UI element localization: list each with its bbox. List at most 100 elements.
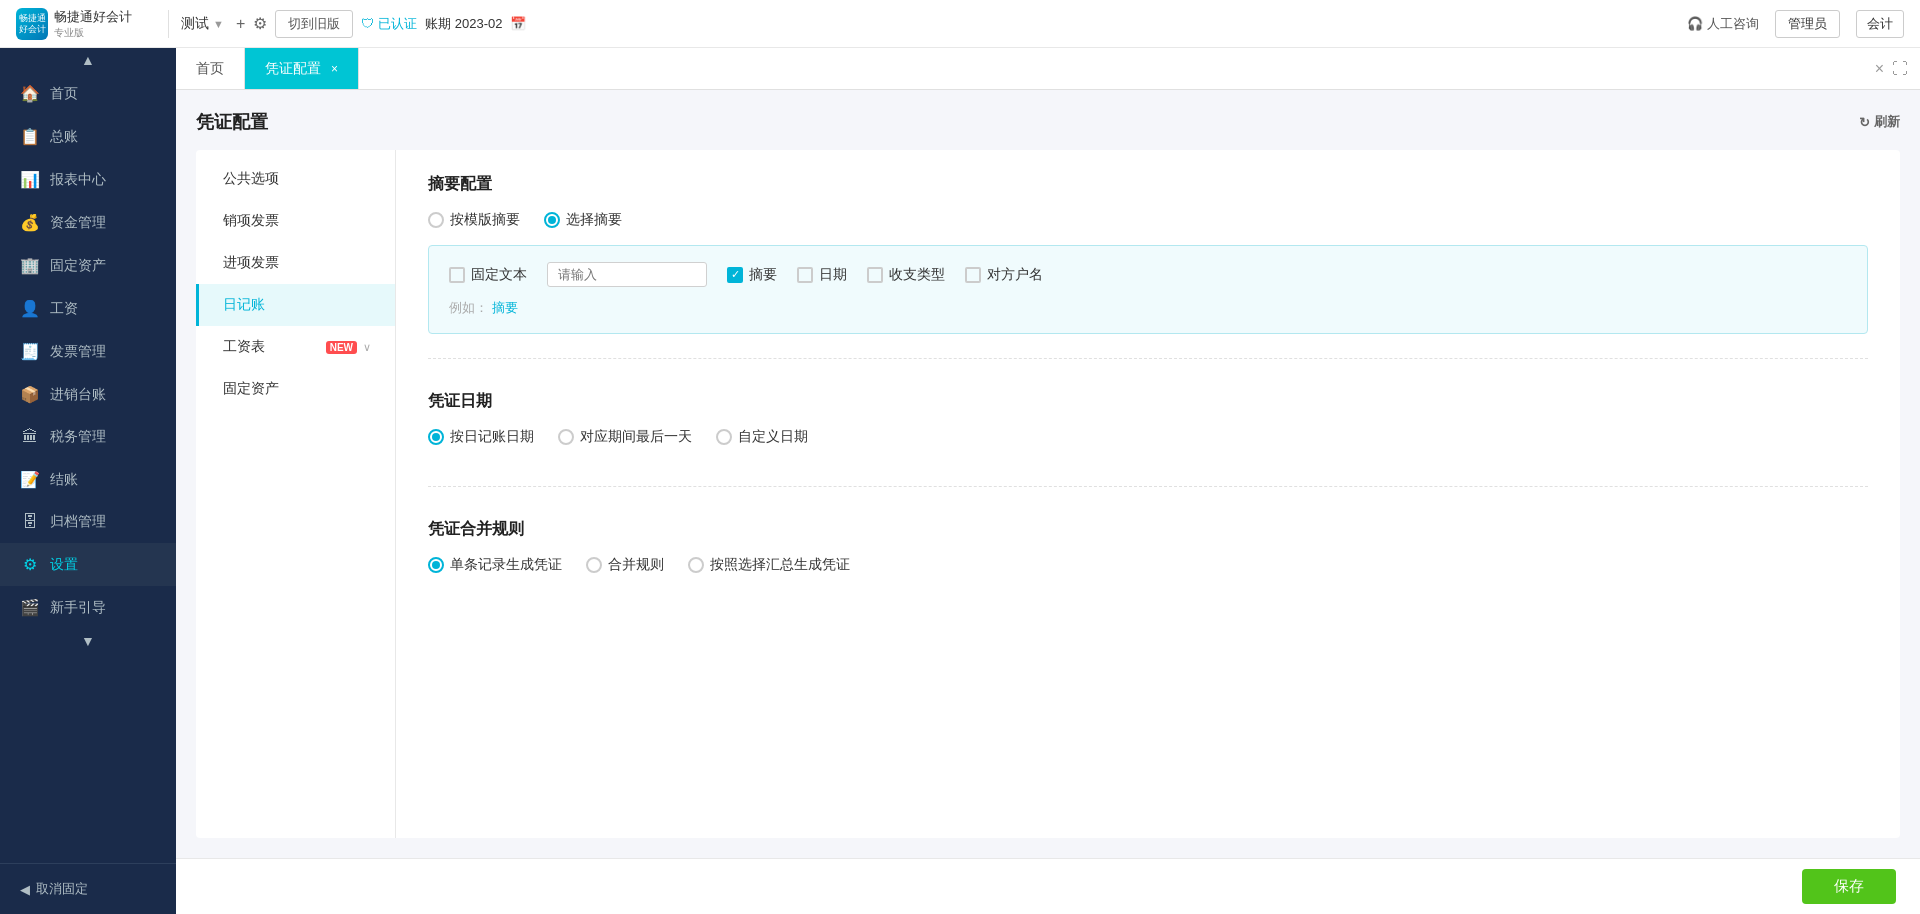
sidebar-item-reports[interactable]: 📊 报表中心 [0, 158, 176, 201]
checkbox-date[interactable]: 日期 [797, 266, 847, 284]
role-button[interactable]: 会计 [1856, 10, 1904, 38]
project-selector[interactable]: 测试 ▼ [181, 15, 224, 33]
checkbox-date-label: 日期 [819, 266, 847, 284]
user-button[interactable]: 管理员 [1775, 10, 1840, 38]
refresh-button[interactable]: ↻ 刷新 [1859, 113, 1900, 131]
calendar-icon[interactable]: 📅 [510, 16, 526, 31]
radio-select-label: 选择摘要 [566, 211, 622, 229]
ledger-icon: 📋 [20, 127, 40, 146]
sidebar-label-guide: 新手引导 [50, 599, 106, 617]
page-title-text: 凭证配置 [196, 110, 268, 134]
merge-radio-rule[interactable]: 合并规则 [586, 556, 664, 574]
config-nav-public[interactable]: 公共选项 [196, 158, 395, 200]
sidebar-item-close[interactable]: 📝 结账 [0, 458, 176, 501]
summary-radio-select[interactable]: 选择摘要 [544, 211, 622, 229]
shield-icon: 🛡 [361, 16, 374, 31]
sidebar-item-sales[interactable]: 📦 进销台账 [0, 373, 176, 416]
sidebar-item-ledger[interactable]: 📋 总账 [0, 115, 176, 158]
top-bar: 畅捷通好会计 畅捷通好会计 专业版 测试 ▼ + ⚙ 切到旧版 🛡 已认证 账期… [0, 0, 1920, 48]
company-logo-area: 畅捷通好会计 畅捷通好会计 专业版 [16, 8, 156, 40]
config-nav-purchase-invoice-label: 进项发票 [223, 254, 279, 270]
sidebar-item-tax[interactable]: 🏛 税务管理 [0, 416, 176, 458]
sidebar-item-salary[interactable]: 👤 工资 [0, 287, 176, 330]
page-content: 凭证配置 ↻ 刷新 公共选项 销项发票 进项发票 [176, 90, 1920, 858]
sidebar-item-home[interactable]: 🏠 首页 [0, 72, 176, 115]
checkbox-fixed-text[interactable]: 固定文本 [449, 266, 527, 284]
settings-icon[interactable]: ⚙ [253, 14, 267, 33]
example-row: 例如： 摘要 [449, 299, 1847, 317]
config-nav-sales-invoice[interactable]: 销项发票 [196, 200, 395, 242]
date-radio-group: 按日记账日期 对应期间最后一天 自定义日期 [428, 428, 1868, 446]
summary-radio-template[interactable]: 按模版摘要 [428, 211, 520, 229]
reports-icon: 📊 [20, 170, 40, 189]
page-title-row: 凭证配置 ↻ 刷新 [196, 110, 1900, 134]
main-layout: ▲ 🏠 首页 📋 总账 📊 报表中心 💰 资金管理 🏢 固定资产 👤 工资 🧾 … [0, 48, 1920, 914]
top-bar-actions: + ⚙ 切到旧版 🛡 已认证 账期 2023-02 📅 [236, 10, 526, 38]
merge-radio-select-summary[interactable]: 按照选择汇总生成凭证 [688, 556, 850, 574]
config-nav: 公共选项 销项发票 进项发票 日记账 工资表 [196, 150, 396, 838]
project-name: 测试 [181, 15, 209, 33]
config-nav-purchase-invoice[interactable]: 进项发票 [196, 242, 395, 284]
switch-old-version-button[interactable]: 切到旧版 [275, 10, 353, 38]
merge-radio-single[interactable]: 单条记录生成凭证 [428, 556, 562, 574]
tab-home[interactable]: 首页 [176, 48, 245, 89]
radio-template-circle [428, 212, 444, 228]
add-icon[interactable]: + [236, 15, 245, 33]
radio-custom-date-label: 自定义日期 [738, 428, 808, 446]
date-radio-custom[interactable]: 自定义日期 [716, 428, 808, 446]
sidebar-label-ledger: 总账 [50, 128, 78, 146]
config-nav-sales-invoice-label: 销项发票 [223, 212, 279, 228]
date-radio-period-last[interactable]: 对应期间最后一天 [558, 428, 692, 446]
certified-label: 已认证 [378, 15, 417, 33]
radio-journal-date-label: 按日记账日期 [450, 428, 534, 446]
app-name: 畅捷通好会计 [54, 8, 132, 26]
headset-icon: 🎧 [1687, 16, 1703, 31]
sidebar-item-guide[interactable]: 🎬 新手引导 [0, 586, 176, 629]
config-nav-fixed-assets[interactable]: 固定资产 [196, 368, 395, 410]
config-nav-journal[interactable]: 日记账 [196, 284, 395, 326]
fixed-text-input[interactable] [547, 262, 707, 287]
sidebar-label-tax: 税务管理 [50, 428, 106, 446]
tab-voucher-config[interactable]: 凭证配置 × [245, 48, 359, 89]
radio-merge-rule-circle [586, 557, 602, 573]
sidebar-label-home: 首页 [50, 85, 78, 103]
date-radio-journal[interactable]: 按日记账日期 [428, 428, 534, 446]
sidebar-item-invoice[interactable]: 🧾 发票管理 [0, 330, 176, 373]
checkbox-income-type-label: 收支类型 [889, 266, 945, 284]
collapse-sidebar-button[interactable]: ◀ 取消固定 [0, 872, 176, 906]
sales-icon: 📦 [20, 385, 40, 404]
sidebar-item-assets[interactable]: 🏢 固定资产 [0, 244, 176, 287]
archive-icon: 🗄 [20, 513, 40, 531]
refresh-icon: ↻ [1859, 115, 1870, 130]
fullscreen-icon[interactable]: ⛶ [1892, 60, 1908, 78]
checkbox-income-type[interactable]: 收支类型 [867, 266, 945, 284]
tab-close-icon[interactable]: × [331, 62, 338, 76]
checkbox-counterparty[interactable]: 对方户名 [965, 266, 1043, 284]
refresh-label: 刷新 [1874, 113, 1900, 131]
config-nav-payroll[interactable]: 工资表 NEW ∨ [196, 326, 395, 368]
checkbox-counterparty-box [965, 267, 981, 283]
sidebar-bottom: ◀ 取消固定 [0, 863, 176, 914]
certified-badge: 🛡 已认证 [361, 15, 417, 33]
sidebar-item-archive[interactable]: 🗄 归档管理 [0, 501, 176, 543]
config-nav-fixed-assets-label: 固定资产 [223, 380, 279, 396]
sidebar-label-capital: 资金管理 [50, 214, 106, 232]
summary-radio-group: 按模版摘要 选择摘要 [428, 211, 1868, 229]
scroll-up-arrow[interactable]: ▲ [0, 48, 176, 72]
checkbox-fixed-text-box [449, 267, 465, 283]
close-all-icon[interactable]: × [1875, 60, 1884, 78]
radio-period-last-label: 对应期间最后一天 [580, 428, 692, 446]
app-logo: 畅捷通好会计 [16, 8, 48, 40]
date-section: 凭证日期 按日记账日期 对应期间最后一天 [428, 391, 1868, 487]
sidebar-item-settings[interactable]: ⚙ 设置 [0, 543, 176, 586]
scroll-down-arrow[interactable]: ▼ [0, 629, 176, 653]
checkbox-fixed-text-label: 固定文本 [471, 266, 527, 284]
checkbox-summary[interactable]: ✓ 摘要 [727, 266, 777, 284]
human-consult-button[interactable]: 🎧 人工咨询 [1687, 15, 1759, 33]
radio-select-summary-label: 按照选择汇总生成凭证 [710, 556, 850, 574]
save-button[interactable]: 保存 [1802, 869, 1896, 904]
example-value: 摘要 [492, 300, 518, 315]
sidebar-label-archive: 归档管理 [50, 513, 106, 531]
divider-1 [168, 10, 169, 38]
sidebar-item-capital[interactable]: 💰 资金管理 [0, 201, 176, 244]
